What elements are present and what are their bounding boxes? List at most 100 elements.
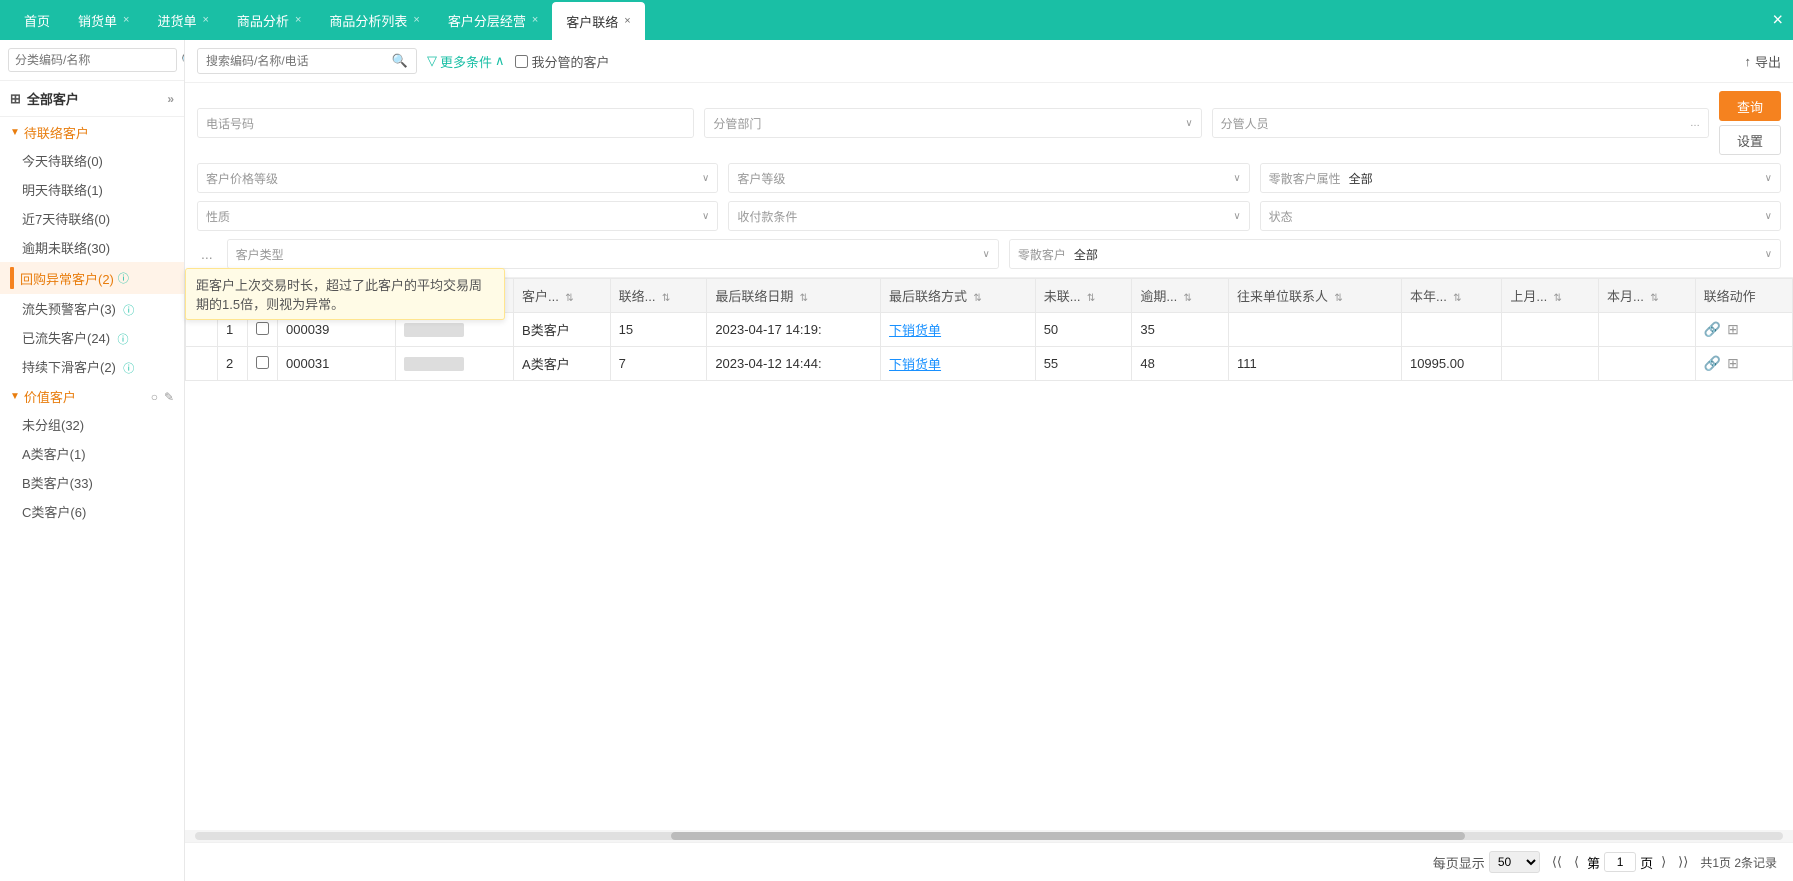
- nav-home[interactable]: 首页: [10, 0, 64, 40]
- sidebar-item-tomorrow[interactable]: 明天待联络(1): [0, 175, 184, 204]
- nav-sales[interactable]: 销货单 ×: [64, 0, 143, 40]
- sidebar-search-input[interactable]: [8, 48, 177, 72]
- row2-check[interactable]: [256, 356, 269, 369]
- filter-price-level[interactable]: 客户价格等级 ∨: [197, 163, 718, 193]
- page-next-btn[interactable]: ⟩: [1657, 852, 1670, 872]
- row2-last-month: [1502, 347, 1599, 381]
- row1-last-method[interactable]: 下销货单: [881, 313, 1036, 347]
- filter-status[interactable]: 状态 ∨: [1260, 201, 1781, 231]
- row2-checkbox[interactable]: [248, 347, 278, 381]
- th-this-year[interactable]: 本年... ⇅: [1401, 279, 1501, 313]
- nav-customer-contact[interactable]: 客户联络 ×: [552, 2, 644, 40]
- window-close-button[interactable]: ×: [1772, 10, 1783, 31]
- nav-customer-tier[interactable]: 客户分层经营 ×: [434, 0, 552, 40]
- row1-last-month: [1502, 313, 1599, 347]
- sidebar-item-a-class[interactable]: A类客户(1): [0, 439, 184, 468]
- my-customers-checkbox: 我分管的客户: [515, 52, 610, 71]
- row1-link-icon[interactable]: 🔗: [1704, 321, 1721, 338]
- page-last-btn[interactable]: ⟩⟩: [1674, 852, 1692, 872]
- query-button[interactable]: 查询: [1719, 91, 1781, 121]
- nav-customer-tier-close[interactable]: ×: [532, 14, 538, 26]
- price-level-arrow-icon: ∨: [702, 173, 709, 184]
- row2-last-method[interactable]: 下销货单: [881, 347, 1036, 381]
- more-conditions-btn[interactable]: ▽ 更多条件 ∧: [427, 52, 505, 71]
- value-arrow-icon: ▼: [10, 391, 20, 402]
- th-contacts[interactable]: 往来单位联系人 ⇅: [1228, 279, 1401, 313]
- row1-qr-icon[interactable]: ⊞: [1727, 321, 1739, 338]
- sidebar-section-value[interactable]: ▼ 价值客户 ○ ✎: [0, 381, 184, 410]
- th-type[interactable]: 客户... ⇅: [514, 279, 611, 313]
- row1-check[interactable]: [256, 322, 269, 335]
- more-dot-btn[interactable]: ...: [197, 246, 217, 262]
- declining-info-icon[interactable]: ⓘ: [123, 363, 134, 375]
- anomaly-info-icon[interactable]: ⓘ: [118, 270, 129, 286]
- th-last-month[interactable]: 上月... ⇅: [1502, 279, 1599, 313]
- nav-sales-close[interactable]: ×: [123, 14, 129, 26]
- th-overdue[interactable]: 逾期... ⇅: [1132, 279, 1229, 313]
- per-page-select[interactable]: 50 100 200: [1489, 851, 1540, 873]
- row2-qr-icon[interactable]: ⊞: [1727, 355, 1739, 372]
- settings-button[interactable]: 设置: [1719, 125, 1781, 155]
- main-search-icon[interactable]: 🔍: [392, 53, 408, 69]
- th-last-date[interactable]: 最后联络日期 ⇅: [707, 279, 881, 313]
- th-last-method[interactable]: 最后联络方式 ⇅: [881, 279, 1036, 313]
- nav-analysis-list-close[interactable]: ×: [413, 14, 419, 26]
- value-sort-icon[interactable]: ○: [151, 390, 158, 404]
- my-customers-check[interactable]: [515, 55, 528, 68]
- page-prev-btn[interactable]: ⟨: [1570, 852, 1583, 872]
- row1-name-blur: [404, 323, 464, 337]
- nav-customer-contact-close[interactable]: ×: [624, 15, 630, 27]
- row1-uncontacted: 50: [1035, 313, 1132, 347]
- filter-retail-customer[interactable]: 零散客户 全部 ∨: [1009, 239, 1781, 269]
- sidebar-item-overdue[interactable]: 逾期未联络(30): [0, 233, 184, 262]
- filter-phone[interactable]: 电话号码: [197, 108, 694, 138]
- horizontal-scrollbar[interactable]: [185, 830, 1793, 842]
- sidebar-item-today[interactable]: 今天待联络(0): [0, 146, 184, 175]
- filter-retail-attr[interactable]: 零散客户属性 全部 ∨: [1260, 163, 1781, 193]
- page-number-input[interactable]: [1604, 852, 1636, 872]
- th-contact[interactable]: 联络... ⇅: [610, 279, 707, 313]
- filter-dept[interactable]: 分管部门 ∨: [704, 108, 1201, 138]
- overdue-sort-icon: ⇅: [1184, 293, 1192, 304]
- sidebar-section-pending[interactable]: ▼ 待联络客户: [0, 117, 184, 146]
- sidebar-collapse-btn[interactable]: »: [167, 92, 174, 106]
- sidebar-all-customers[interactable]: ⊞ 全部客户 »: [0, 81, 184, 117]
- sidebar-item-churn-warning[interactable]: 流失预警客户(3) ⓘ: [0, 294, 184, 323]
- filter-customer-level[interactable]: 客户等级 ∨: [728, 163, 1249, 193]
- row2-settings: [186, 347, 218, 381]
- row2-this-year: 10995.00: [1401, 347, 1501, 381]
- row2-this-month: [1599, 347, 1696, 381]
- value-edit-icon[interactable]: ✎: [164, 390, 174, 404]
- this-year-sort-icon: ⇅: [1453, 293, 1461, 304]
- churned-info-icon[interactable]: ⓘ: [117, 334, 128, 346]
- export-button[interactable]: ↑ 导出: [1744, 52, 1781, 71]
- scrollbar-track[interactable]: [195, 832, 1783, 840]
- sidebar-item-c-class[interactable]: C类客户(6): [0, 497, 184, 526]
- row2-link-icon[interactable]: 🔗: [1704, 355, 1721, 372]
- row1-overdue: 35: [1132, 313, 1229, 347]
- manager-arrow-icon: …: [1690, 118, 1700, 129]
- sidebar-item-b-class[interactable]: B类客户(33): [0, 468, 184, 497]
- row2-code: 000031: [278, 347, 396, 381]
- sidebar-item-churned[interactable]: 已流失客户(24) ⓘ: [0, 323, 184, 352]
- scrollbar-thumb[interactable]: [671, 832, 1465, 840]
- nav-analysis-close[interactable]: ×: [295, 14, 301, 26]
- nav-purchase[interactable]: 进货单 ×: [143, 0, 222, 40]
- page-first-btn[interactable]: ⟨⟨: [1548, 852, 1566, 872]
- filter-payment[interactable]: 收付款条件 ∨: [728, 201, 1249, 231]
- filter-customer-type[interactable]: 客户类型 ∨: [227, 239, 999, 269]
- sidebar-item-7days[interactable]: 近7天待联络(0): [0, 204, 184, 233]
- sidebar-item-ungroup[interactable]: 未分组(32): [0, 410, 184, 439]
- nav-purchase-close[interactable]: ×: [202, 14, 208, 26]
- th-this-month[interactable]: 本月... ⇅: [1599, 279, 1696, 313]
- sidebar-item-declining[interactable]: 持续下滑客户(2) ⓘ: [0, 352, 184, 381]
- row2-overdue: 48: [1132, 347, 1229, 381]
- th-uncontacted[interactable]: 未联... ⇅: [1035, 279, 1132, 313]
- filter-nature[interactable]: 性质 ∨: [197, 201, 718, 231]
- nav-analysis-list[interactable]: 商品分析列表 ×: [315, 0, 433, 40]
- nav-analysis[interactable]: 商品分析 ×: [223, 0, 315, 40]
- main-search-input[interactable]: [206, 54, 392, 68]
- filter-manager[interactable]: 分管人员 …: [1212, 108, 1709, 138]
- churn-warning-info-icon[interactable]: ⓘ: [123, 305, 134, 317]
- sidebar-section-anomaly[interactable]: 回购异常客户(2) ⓘ: [0, 262, 184, 294]
